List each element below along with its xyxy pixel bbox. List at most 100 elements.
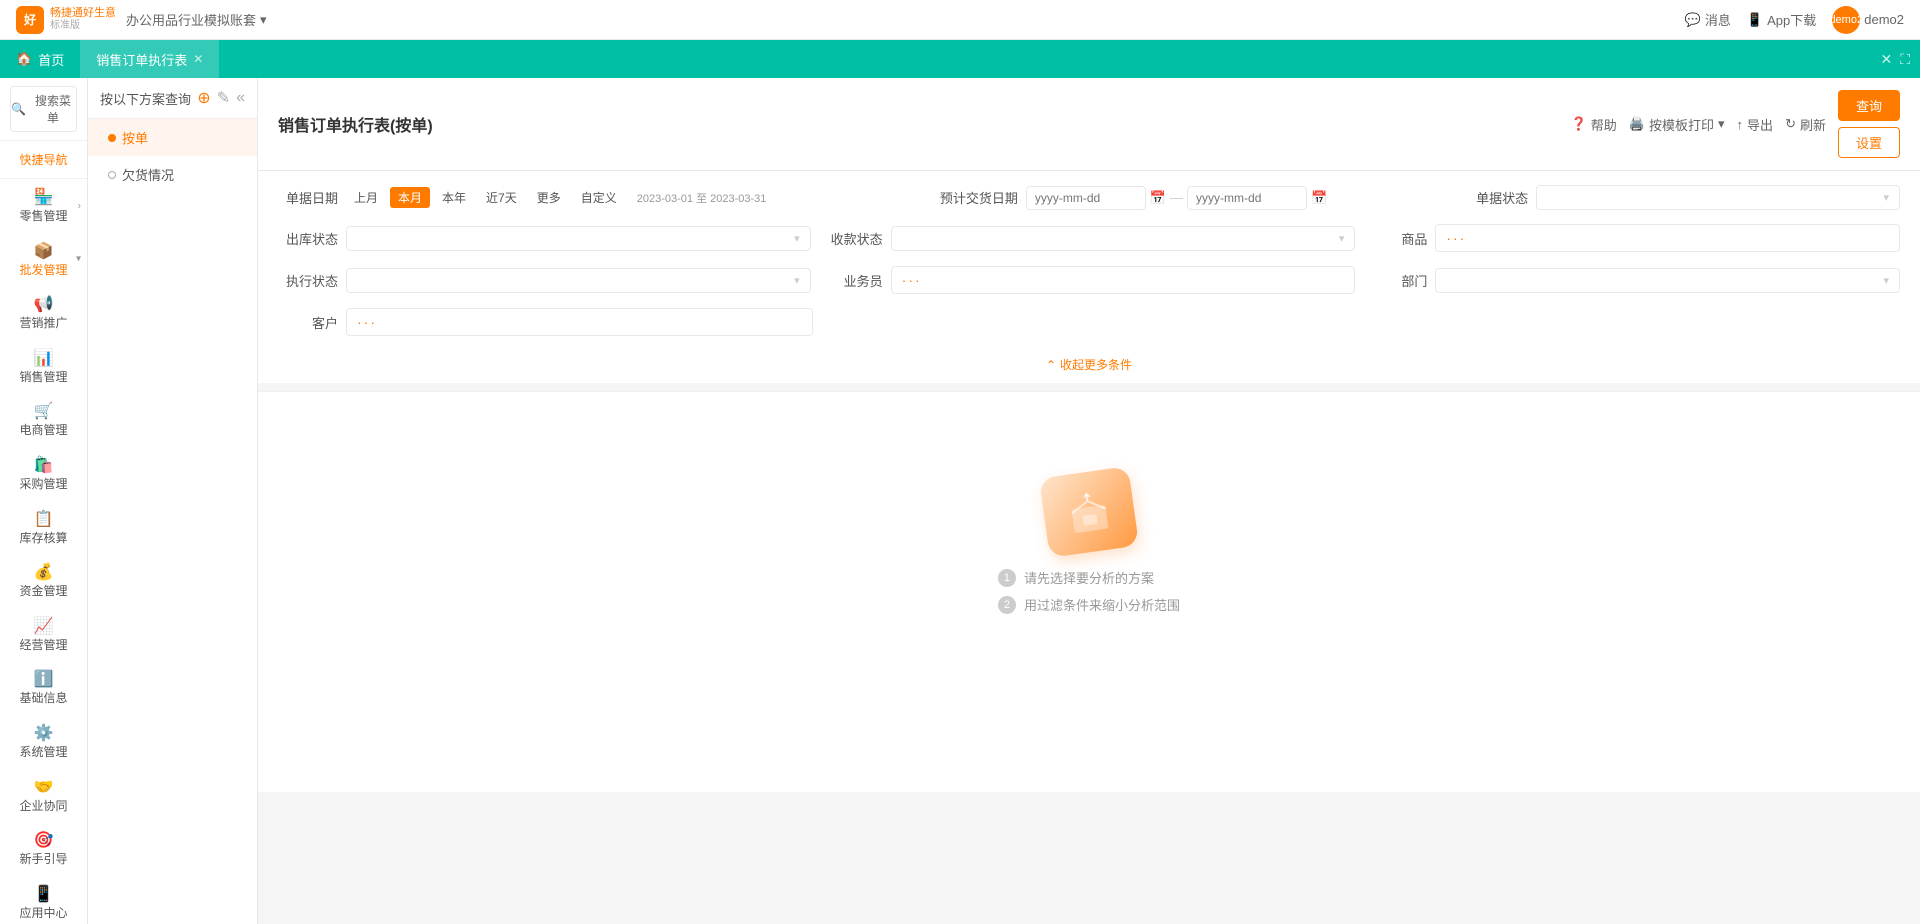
sidebar-item-sales[interactable]: 📊 销售管理	[0, 340, 87, 394]
logo-text: 畅捷通好生意 标准版	[50, 7, 116, 32]
empty-icon-container	[1044, 472, 1134, 552]
quick-nav-label[interactable]: 快捷导航	[0, 147, 87, 172]
sidebar-item-retail[interactable]: 🏪 零售管理 ›	[0, 179, 87, 233]
tab-bar-right: ✕ ⛶	[1870, 40, 1920, 78]
tab-prev-month[interactable]: 上月	[346, 187, 386, 208]
exec-chevron-icon: ▾	[794, 274, 800, 287]
sidebar-item-newbie[interactable]: 🎯 新手引导	[0, 822, 87, 876]
sidebar: 🔍 搜索菜单 快捷导航 🏪 零售管理 › 📦 批发管理 ▾ 📢 营销推广 📊 销…	[0, 78, 88, 924]
sidebar-item-marketing[interactable]: 📢 营销推广	[0, 286, 87, 340]
date-filter: 上月 本月 本年 近7天 更多 自定义 2023-03-01 至 2023-03…	[346, 187, 766, 208]
tab-sales-exec[interactable]: 销售订单执行表 ✕	[80, 40, 219, 78]
filter-row-1: 单据日期 上月 本月 本年 近7天 更多 自定义	[278, 185, 1900, 210]
retail-icon: 🏪	[34, 187, 54, 207]
tab-curr-month[interactable]: 本月	[390, 187, 430, 208]
expected-date-group: 预计交货日期 📅 — 📅	[938, 186, 1456, 210]
date-label: 单据日期	[278, 188, 338, 207]
appstore-icon: 📱	[34, 884, 54, 904]
download-btn[interactable]: 📱 App下载	[1747, 10, 1816, 29]
inventory-icon: 📋	[34, 509, 54, 529]
collapse-sidebar-btn[interactable]: «	[236, 89, 245, 107]
export-btn[interactable]: ↑ 导出	[1737, 115, 1774, 134]
sub-sidebar-item-debt[interactable]: 欠货情况	[88, 156, 257, 193]
sales-icon: 📊	[34, 348, 54, 368]
sidebar-item-enterprise[interactable]: 🤝 企业协同	[0, 769, 87, 823]
goods-select[interactable]: ···	[1435, 224, 1900, 252]
marketing-icon: 📢	[34, 294, 54, 314]
sidebar-item-finance[interactable]: 💰 资金管理	[0, 554, 87, 608]
print-arrow-icon: ▾	[1718, 116, 1725, 132]
tab-close-window-icon[interactable]: ✕	[1880, 51, 1892, 68]
status-label: 单据状态	[1468, 188, 1528, 207]
system-icon: ⚙️	[34, 723, 54, 743]
app-selector[interactable]: 办公用品行业模拟账套 ▾	[126, 10, 267, 29]
customer-select[interactable]: ···	[346, 308, 813, 336]
exec-status-select[interactable]: ▾	[346, 268, 811, 293]
result-section: 1 请先选择要分析的方案 2 用过滤条件来缩小分析范围	[258, 392, 1920, 792]
page-header: 销售订单执行表(按单) ❓ 帮助 🖨️ 按模板打印 ▾ ↑	[258, 78, 1920, 171]
salesman-group: 业务员 ···	[823, 266, 1356, 294]
tab-last7[interactable]: 近7天	[478, 187, 525, 208]
status-select[interactable]: ▾	[1536, 185, 1900, 210]
sidebar-item-appstore[interactable]: 📱 应用中心	[0, 876, 87, 924]
receive-status-select[interactable]: ▾	[891, 226, 1356, 251]
receive-chevron-icon: ▾	[1339, 232, 1345, 245]
sidebar-item-system[interactable]: ⚙️ 系统管理	[0, 715, 87, 769]
sub-sidebar-item-order[interactable]: 按单	[88, 119, 257, 156]
calendar-from-icon[interactable]: 📅	[1150, 190, 1166, 206]
goods-label: 商品	[1367, 229, 1427, 248]
message-btn[interactable]: 💬 消息	[1685, 10, 1731, 29]
refresh-btn[interactable]: ↻ 刷新	[1785, 115, 1826, 134]
empty-tip-1: 1 请先选择要分析的方案	[998, 568, 1180, 587]
expected-date-to[interactable]	[1187, 186, 1307, 210]
sidebar-item-ecommerce[interactable]: 🛒 电商管理	[0, 393, 87, 447]
exec-status-label: 执行状态	[278, 271, 338, 290]
content-area: 按以下方案查询 ⊕ ✎ « 按单 欠货情况	[88, 78, 1920, 924]
collapse-btn[interactable]: ⌃ 收起更多条件	[1046, 356, 1132, 373]
tab-home[interactable]: 🏠 首页	[0, 40, 80, 78]
sidebar-item-inventory[interactable]: 📋 库存核算	[0, 501, 87, 555]
refresh-icon: ↻	[1785, 116, 1796, 132]
settings-btn[interactable]: 设置	[1838, 127, 1900, 158]
add-plan-btn[interactable]: ⊕	[197, 88, 210, 108]
wholesale-icon: 📦	[34, 241, 54, 261]
query-btn[interactable]: 查询	[1838, 90, 1900, 121]
empty-box-icon	[1039, 466, 1139, 558]
tab-custom[interactable]: 自定义	[573, 187, 625, 208]
edit-plan-btn[interactable]: ✎	[217, 88, 230, 108]
help-btn[interactable]: ❓ 帮助	[1571, 115, 1617, 134]
out-status-select[interactable]: ▾	[346, 226, 811, 251]
dept-select[interactable]: ▾	[1435, 268, 1900, 293]
tab-close-icon[interactable]: ✕	[193, 52, 203, 66]
filter-row-2: 出库状态 ▾ 收款状态 ▾	[278, 224, 1900, 252]
sidebar-search-area: 🔍 搜索菜单	[0, 78, 87, 141]
dept-chevron-icon: ▾	[1883, 274, 1889, 287]
avatar: demo2	[1832, 6, 1860, 34]
search-menu-btn[interactable]: 🔍 搜索菜单	[10, 86, 77, 132]
sidebar-item-basic[interactable]: ℹ️ 基础信息	[0, 661, 87, 715]
goods-group: 商品 ···	[1367, 224, 1900, 252]
date-filter-group: 单据日期 上月 本月 本年 近7天 更多 自定义	[278, 187, 926, 208]
out-status-group: 出库状态 ▾	[278, 226, 811, 251]
salesman-select[interactable]: ···	[891, 266, 1356, 294]
customer-label: 客户	[278, 313, 338, 332]
print-btn[interactable]: 🖨️ 按模板打印 ▾	[1629, 115, 1725, 134]
tip-num-2: 2	[998, 596, 1016, 614]
out-status-chevron-icon: ▾	[794, 232, 800, 245]
dept-label: 部门	[1367, 271, 1427, 290]
sidebar-item-wholesale[interactable]: 📦 批发管理 ▾	[0, 233, 87, 287]
tab-more[interactable]: 更多	[529, 187, 569, 208]
sub-sidebar-actions: ⊕ ✎ «	[197, 88, 245, 108]
sidebar-item-purchase[interactable]: 🛍️ 采购管理	[0, 447, 87, 501]
header-right: 💬 消息 📱 App下载 demo2 demo2	[1685, 6, 1904, 34]
expected-date-from[interactable]	[1026, 186, 1146, 210]
calendar-to-icon[interactable]: 📅	[1311, 190, 1327, 206]
tab-expand-icon[interactable]: ⛶	[1900, 51, 1910, 68]
sidebar-item-operations[interactable]: 📈 经营管理	[0, 608, 87, 662]
ecommerce-icon: 🛒	[34, 401, 54, 421]
help-icon: ❓	[1571, 116, 1587, 132]
receive-status-group: 收款状态 ▾	[823, 226, 1356, 251]
user-area[interactable]: demo2 demo2	[1832, 6, 1904, 34]
logo-icon: 好	[16, 6, 44, 34]
tab-curr-year[interactable]: 本年	[434, 187, 474, 208]
